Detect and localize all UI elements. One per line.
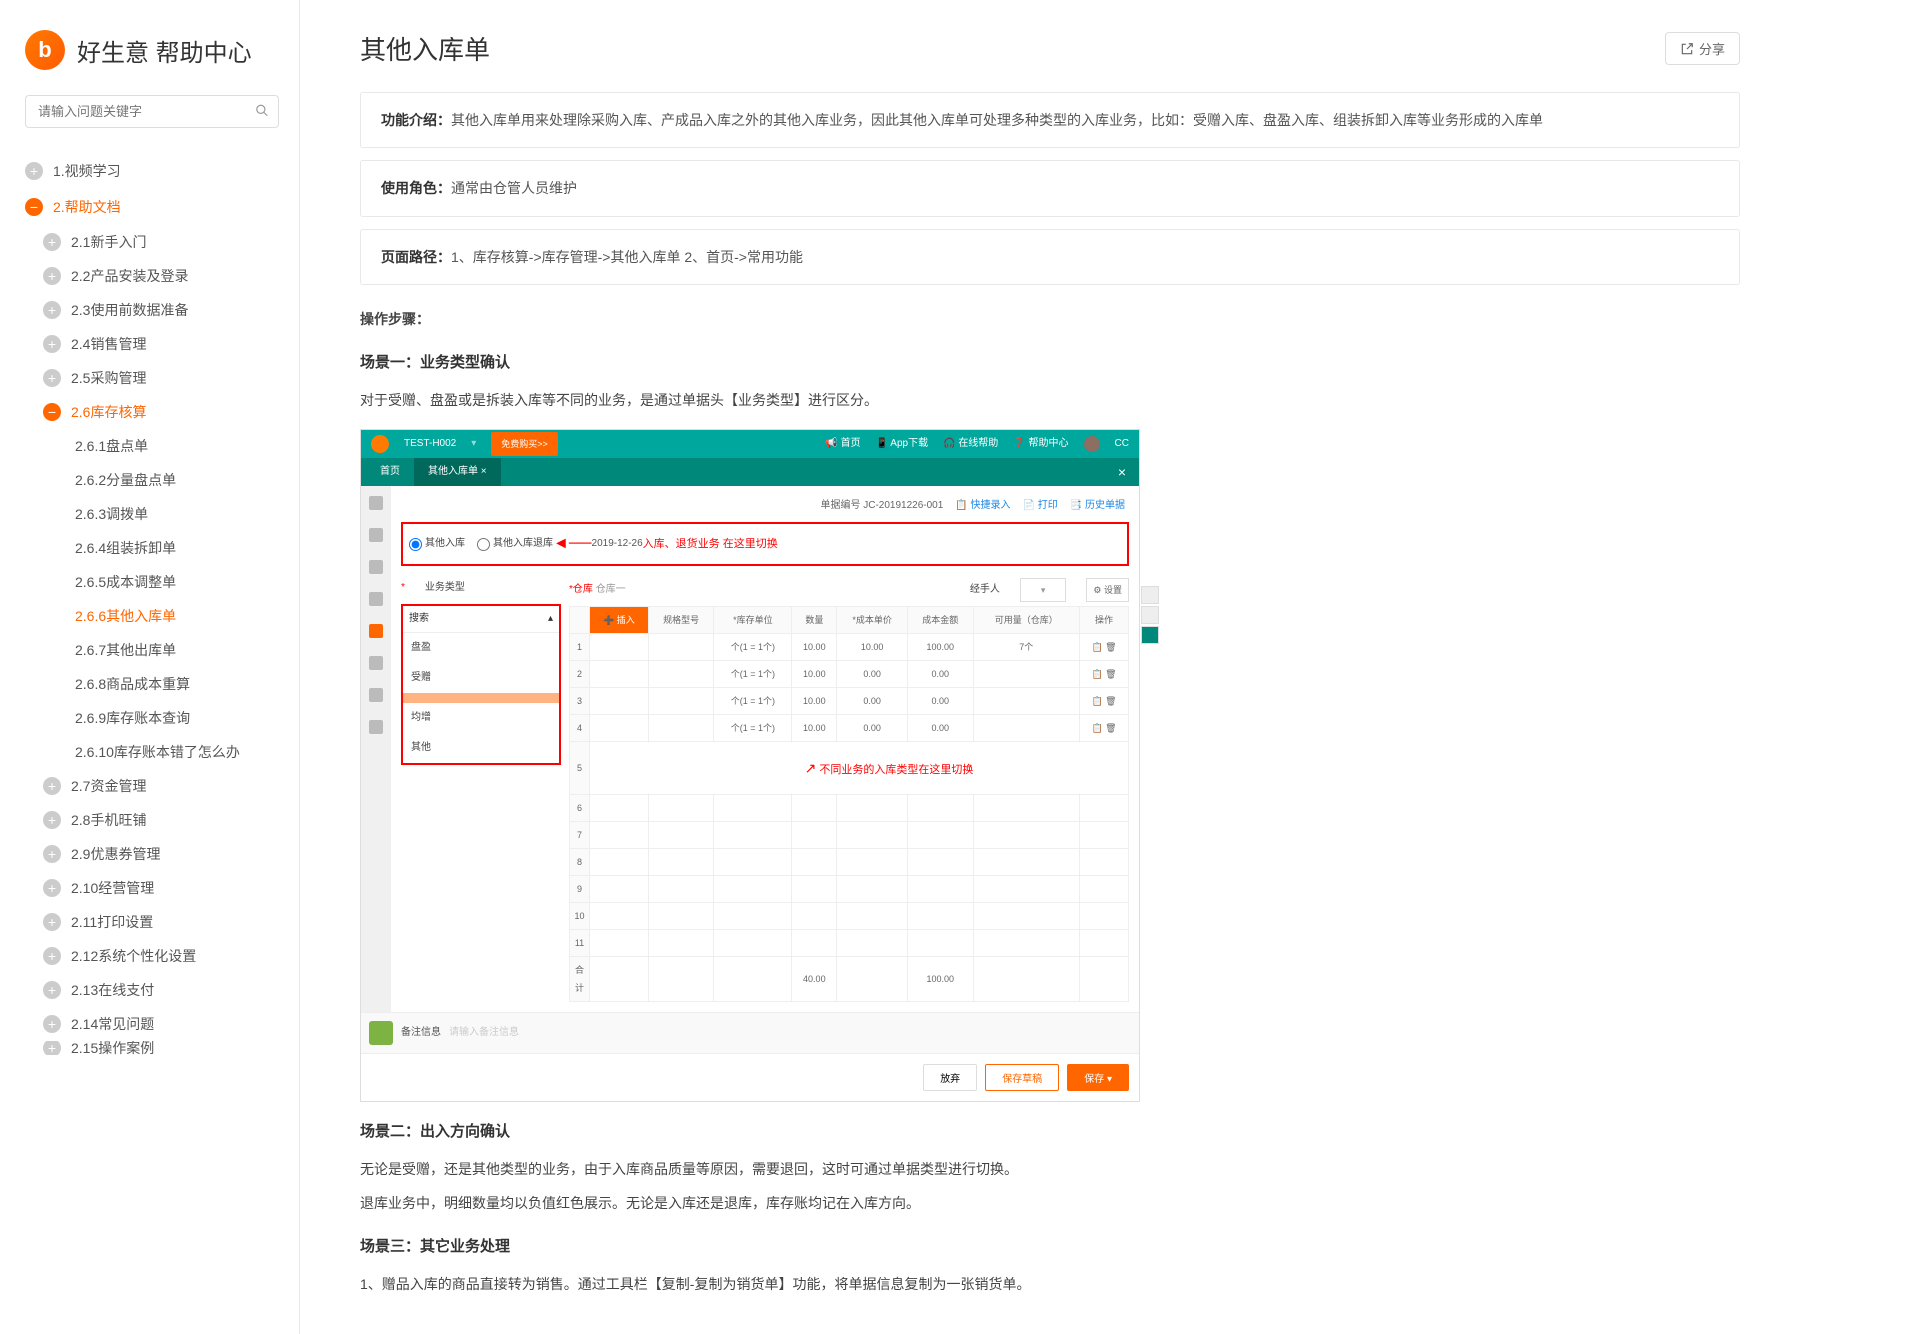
nav-leaf[interactable]: 2.6.9库存账本查询: [65, 701, 279, 735]
plus-icon: +: [43, 947, 61, 965]
nav-leaf[interactable]: 2.6.4组装拆卸单: [65, 531, 279, 565]
ss-tab: 首页: [366, 458, 414, 486]
annotation-text: 入库、退货业务 在这里切换: [643, 533, 778, 555]
ss-discard-button: 放弃: [923, 1064, 977, 1091]
page-title: 其他入库单: [360, 30, 490, 67]
ss-nav-icon: [369, 528, 383, 542]
plus-icon: +: [43, 845, 61, 863]
ss-radio-return: [477, 538, 490, 551]
nav-leaf[interactable]: 2.6.1盘点单: [65, 429, 279, 463]
ss-nav-icon-active: [369, 624, 383, 638]
ss-tab-active: 其他入库单 ×: [414, 458, 501, 486]
share-button[interactable]: 分享: [1665, 32, 1740, 65]
logo: b 好生意 帮助中心: [25, 30, 279, 70]
nav-item-video[interactable]: +1.视频学习: [25, 153, 279, 189]
nav-sub-item[interactable]: +2.14常见问题: [43, 1007, 279, 1041]
ss-nav-icon: [369, 496, 383, 510]
plus-icon: +: [43, 777, 61, 795]
path-box: 页面路径：1、库存核算->库存管理->其他入库单 2、首页->常用功能: [360, 229, 1740, 285]
embedded-screenshot: TEST-H002 ▾ 免费购买>> 📢 首页 📱 App下载 🎧 在线帮助 ❓…: [360, 429, 1140, 1102]
nav-leaf-current[interactable]: 2.6.6其他入库单: [65, 599, 279, 633]
scene1-text: 对于受赠、盘盈或是拆装入库等不同的业务，是通过单据头【业务类型】进行区分。: [360, 386, 1740, 414]
plus-icon: +: [43, 913, 61, 931]
scene2-text2: 退库业务中，明细数量均以负值红色展示。无论是入库还是退库，库存账均记在入库方向。: [360, 1189, 1740, 1217]
nav-sub-item[interactable]: +2.13在线支付: [43, 973, 279, 1007]
nav-sub-item[interactable]: +2.2产品安装及登录: [43, 259, 279, 293]
scene3-text1: 1、赠品入库的商品直接转为销售。通过工具栏【复制-复制为销货单】功能，将单据信息…: [360, 1270, 1740, 1298]
nav-sub-item[interactable]: +2.3使用前数据准备: [43, 293, 279, 327]
nav-sub-item[interactable]: +2.12系统个性化设置: [43, 939, 279, 973]
nav-sub-item[interactable]: +2.7资金管理: [43, 769, 279, 803]
content-section: 操作步骤： 场景一：业务类型确认 对于受赠、盘盈或是拆装入库等不同的业务，是通过…: [360, 305, 1740, 1298]
nav-leaf[interactable]: 2.6.10库存账本错了怎么办: [65, 735, 279, 769]
ss-nav-icon: [369, 656, 383, 670]
plus-icon: +: [43, 301, 61, 319]
memo-icon: [369, 1021, 393, 1045]
scene3-title: 场景三：其它业务处理: [360, 1232, 1740, 1262]
ss-logo-icon: [371, 435, 389, 453]
nav-leaf[interactable]: 2.6.2分量盘点单: [65, 463, 279, 497]
nav-sub-item[interactable]: +2.9优惠券管理: [43, 837, 279, 871]
nav-leaf[interactable]: 2.6.3调拨单: [65, 497, 279, 531]
ss-draft-button: 保存草稿: [985, 1064, 1059, 1091]
annotation-arrow-icon: ◄──: [553, 528, 592, 560]
ss-tool-icon: [1141, 606, 1159, 624]
ss-table: ➕ 插入 规格型号 *库存单位 数量 *成本单价 成本金额 可用量（仓库） 操作: [569, 606, 1129, 1002]
ss-tool-icon: [1141, 626, 1159, 644]
plus-icon: +: [43, 335, 61, 353]
share-icon: [1680, 42, 1694, 56]
plus-icon: +: [43, 369, 61, 387]
ss-nav-icon: [369, 592, 383, 606]
nav-sub-item-inventory[interactable]: −2.6库存核算: [43, 395, 279, 429]
nav-sub-item[interactable]: +2.1新手入门: [43, 225, 279, 259]
search-box: [25, 95, 279, 128]
main-content: 其他入库单 分享 功能介绍：其他入库单用来处理除采购入库、产成品入库之外的其他入…: [300, 0, 1800, 1334]
nav-leaf[interactable]: 2.6.5成本调整单: [65, 565, 279, 599]
site-title: 好生意 帮助中心: [77, 33, 252, 68]
plus-icon: +: [43, 981, 61, 999]
scene1-title: 场景一：业务类型确认: [360, 348, 1740, 378]
plus-icon: +: [25, 162, 43, 180]
plus-icon: +: [43, 1015, 61, 1033]
ss-dropdown: 搜索▴ 盘盈 受赠 均增 其他: [401, 604, 561, 765]
annotation-text: ↗ 不同业务的入库类型在这里切换: [593, 746, 1125, 790]
minus-icon: −: [43, 403, 61, 421]
ss-tool-icon: [1141, 586, 1159, 604]
search-icon[interactable]: [255, 103, 269, 120]
nav-sub-item[interactable]: +2.4销售管理: [43, 327, 279, 361]
nav-item-docs[interactable]: −2.帮助文档: [25, 189, 279, 225]
ss-buy-button: 免费购买>>: [491, 432, 558, 456]
nav-leaf[interactable]: 2.6.7其他出库单: [65, 633, 279, 667]
logo-icon: b: [25, 30, 65, 70]
ss-nav-icon: [369, 688, 383, 702]
nav-leaf[interactable]: 2.6.8商品成本重算: [65, 667, 279, 701]
scene2-text1: 无论是受赠，还是其他类型的业务，由于入库商品质量等原因，需要退回，这时可通过单据…: [360, 1155, 1740, 1183]
role-box: 使用角色：通常由仓管人员维护: [360, 160, 1740, 216]
ss-radio-in: [409, 538, 422, 551]
nav-sub-item[interactable]: +2.5采购管理: [43, 361, 279, 395]
search-input[interactable]: [25, 95, 279, 128]
plus-icon: +: [43, 267, 61, 285]
ss-nav-icon: [369, 560, 383, 574]
ss-nav-icon: [369, 720, 383, 734]
plus-icon: +: [43, 233, 61, 251]
scene2-title: 场景二：出入方向确认: [360, 1117, 1740, 1147]
nav-sub-item[interactable]: +2.10经营管理: [43, 871, 279, 905]
nav-list: +1.视频学习 −2.帮助文档 +2.1新手入门 +2.2产品安装及登录 +2.…: [25, 153, 279, 1055]
minus-icon: −: [25, 198, 43, 216]
plus-icon: +: [43, 879, 61, 897]
intro-box: 功能介绍：其他入库单用来处理除采购入库、产成品入库之外的其他入库业务，因此其他入…: [360, 92, 1740, 148]
plus-icon: +: [43, 811, 61, 829]
sidebar: b 好生意 帮助中心 +1.视频学习 −2.帮助文档 +2.1新手入门 +2.2…: [0, 0, 300, 1334]
nav-sub-item[interactable]: +2.11打印设置: [43, 905, 279, 939]
plus-icon: +: [43, 1041, 61, 1055]
nav-sub-item[interactable]: +2.8手机旺铺: [43, 803, 279, 837]
nav-sub-item[interactable]: +2.15操作案例: [43, 1041, 279, 1055]
ss-save-button: 保存 ▾: [1067, 1064, 1129, 1091]
